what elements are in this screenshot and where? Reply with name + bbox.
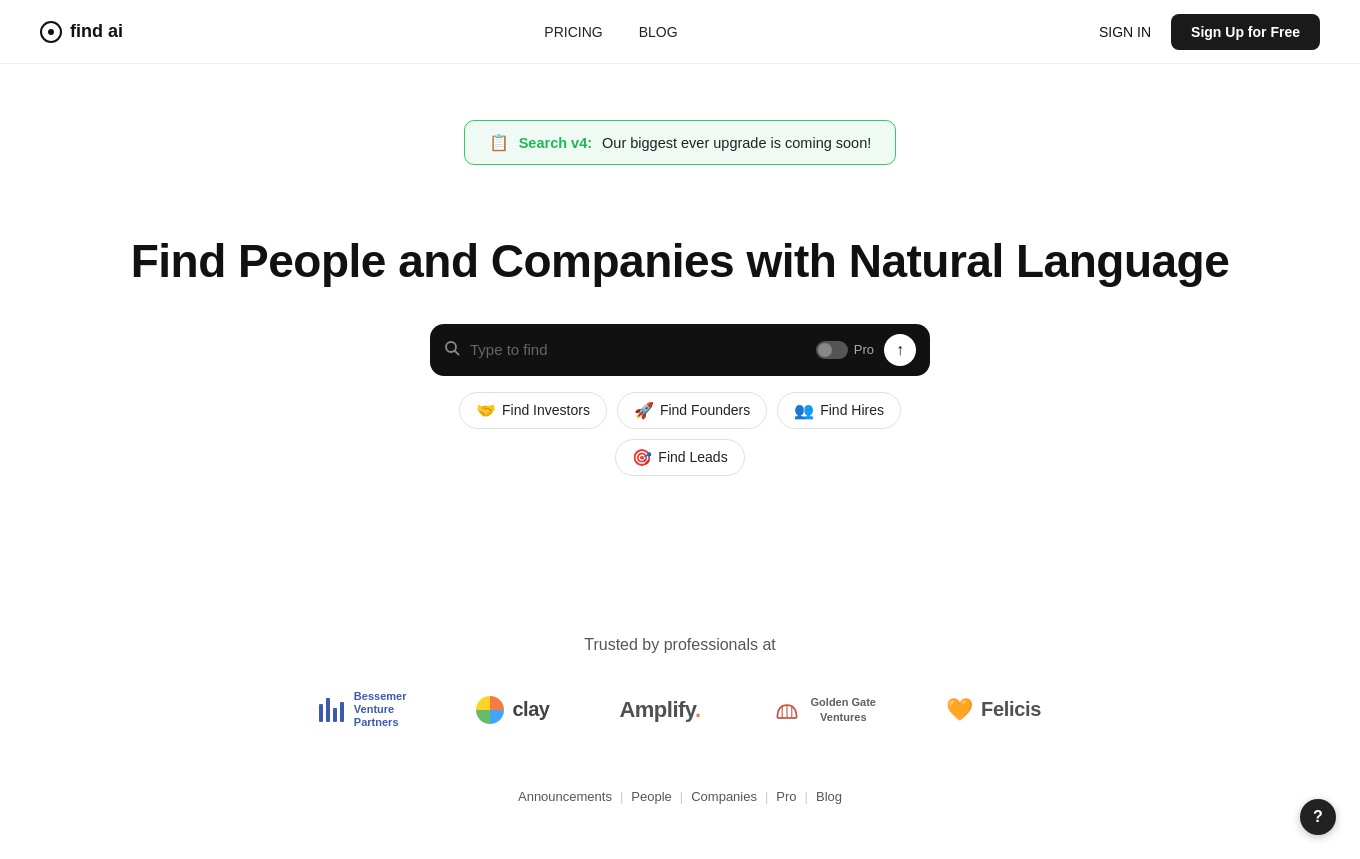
banner-label: Search v4: <box>519 135 592 151</box>
pro-label: Pro <box>854 342 874 357</box>
footer-link-blog[interactable]: Blog <box>816 789 842 804</box>
help-button[interactable]: ? <box>1300 799 1336 835</box>
nav-blog[interactable]: BLOG <box>639 24 678 40</box>
logo-circle <box>40 21 62 43</box>
logo-golden-gate: Golden GateVentures <box>771 694 876 726</box>
filter-btn-find-investors[interactable]: 🤝 Find Investors <box>459 392 607 429</box>
hero-section: Find People and Companies with Natural L… <box>0 235 1360 476</box>
filter-btn-find-leads[interactable]: 🎯 Find Leads <box>615 439 744 476</box>
filter-label-find-founders: Find Founders <box>660 402 750 418</box>
filter-btn-find-founders[interactable]: 🚀 Find Founders <box>617 392 767 429</box>
announcement-banner: 📋 Search v4: Our biggest ever upgrade is… <box>464 120 897 165</box>
footer-link-companies[interactable]: Companies <box>691 789 757 804</box>
filter-btn-find-hires[interactable]: 👥 Find Hires <box>777 392 901 429</box>
quick-filters: 🤝 Find Investors 🚀 Find Founders 👥 Find Hires… <box>430 392 930 476</box>
filter-label-find-leads: Find Leads <box>658 449 727 465</box>
banner-icon: 📋 <box>489 133 509 152</box>
logo-felicis: 🧡 Felicis <box>946 697 1041 723</box>
felicis-icon: 🧡 <box>946 697 973 723</box>
footer-link-pro[interactable]: Pro <box>776 789 796 804</box>
svg-line-1 <box>455 351 459 355</box>
search-input[interactable] <box>470 341 806 358</box>
trusted-section: Trusted by professionals at Bessemer Ven… <box>0 636 1360 730</box>
footer-link-people[interactable]: People <box>631 789 671 804</box>
bessemer-text: Bessemer Venture Partners <box>354 690 407 730</box>
footer: Announcements | People | Companies | Pro | Blog <box>0 789 1360 824</box>
footer-sep-2: | <box>765 789 768 804</box>
search-container: Pro ↑ 🤝 Find Investors 🚀 Find Founders 👥 Find… <box>430 324 930 476</box>
felicis-text: Felicis <box>981 698 1041 721</box>
logo-amplify: Amplify. <box>619 697 700 723</box>
filter-label-find-hires: Find Hires <box>820 402 884 418</box>
amplify-text: Amplify. <box>619 697 700 723</box>
footer-sep-0: | <box>620 789 623 804</box>
filter-emoji-find-founders: 🚀 <box>634 401 654 420</box>
clay-text: clay <box>512 698 549 721</box>
clay-icon <box>476 696 504 724</box>
hero-title: Find People and Companies with Natural L… <box>131 235 1230 288</box>
nav-pricing[interactable]: PRICING <box>544 24 602 40</box>
signup-button[interactable]: Sign Up for Free <box>1171 14 1320 50</box>
navbar: find ai PRICING BLOG SIGN IN Sign Up for… <box>0 0 1360 64</box>
golden-gate-icon <box>771 694 803 726</box>
search-submit-button[interactable]: ↑ <box>884 334 916 366</box>
banner-message: Our biggest ever upgrade is coming soon! <box>602 135 871 151</box>
filter-label-find-investors: Find Investors <box>502 402 590 418</box>
nav-actions: SIGN IN Sign Up for Free <box>1099 14 1320 50</box>
toggle-thumb <box>818 343 832 357</box>
sign-in-button[interactable]: SIGN IN <box>1099 24 1151 40</box>
filter-emoji-find-hires: 👥 <box>794 401 814 420</box>
golden-gate-text: Golden GateVentures <box>811 695 876 724</box>
filter-emoji-find-leads: 🎯 <box>632 448 652 467</box>
logo-text: find ai <box>70 21 123 42</box>
toggle-track[interactable] <box>816 341 848 359</box>
pro-toggle: Pro <box>816 341 874 359</box>
logos-row: Bessemer Venture Partners clay Amplify. <box>279 690 1081 730</box>
footer-sep-1: | <box>680 789 683 804</box>
footer-sep-3: | <box>805 789 808 804</box>
bessemer-icon <box>319 698 344 722</box>
logo-bessemer: Bessemer Venture Partners <box>319 690 407 730</box>
logo[interactable]: find ai <box>40 21 123 43</box>
nav-links: PRICING BLOG <box>544 24 677 40</box>
footer-link-announcements[interactable]: Announcements <box>518 789 612 804</box>
logo-dot <box>48 29 54 35</box>
trusted-label: Trusted by professionals at <box>584 636 776 654</box>
search-icon <box>444 340 460 360</box>
logo-clay: clay <box>476 696 549 724</box>
search-bar: Pro ↑ <box>430 324 930 376</box>
filter-emoji-find-investors: 🤝 <box>476 401 496 420</box>
